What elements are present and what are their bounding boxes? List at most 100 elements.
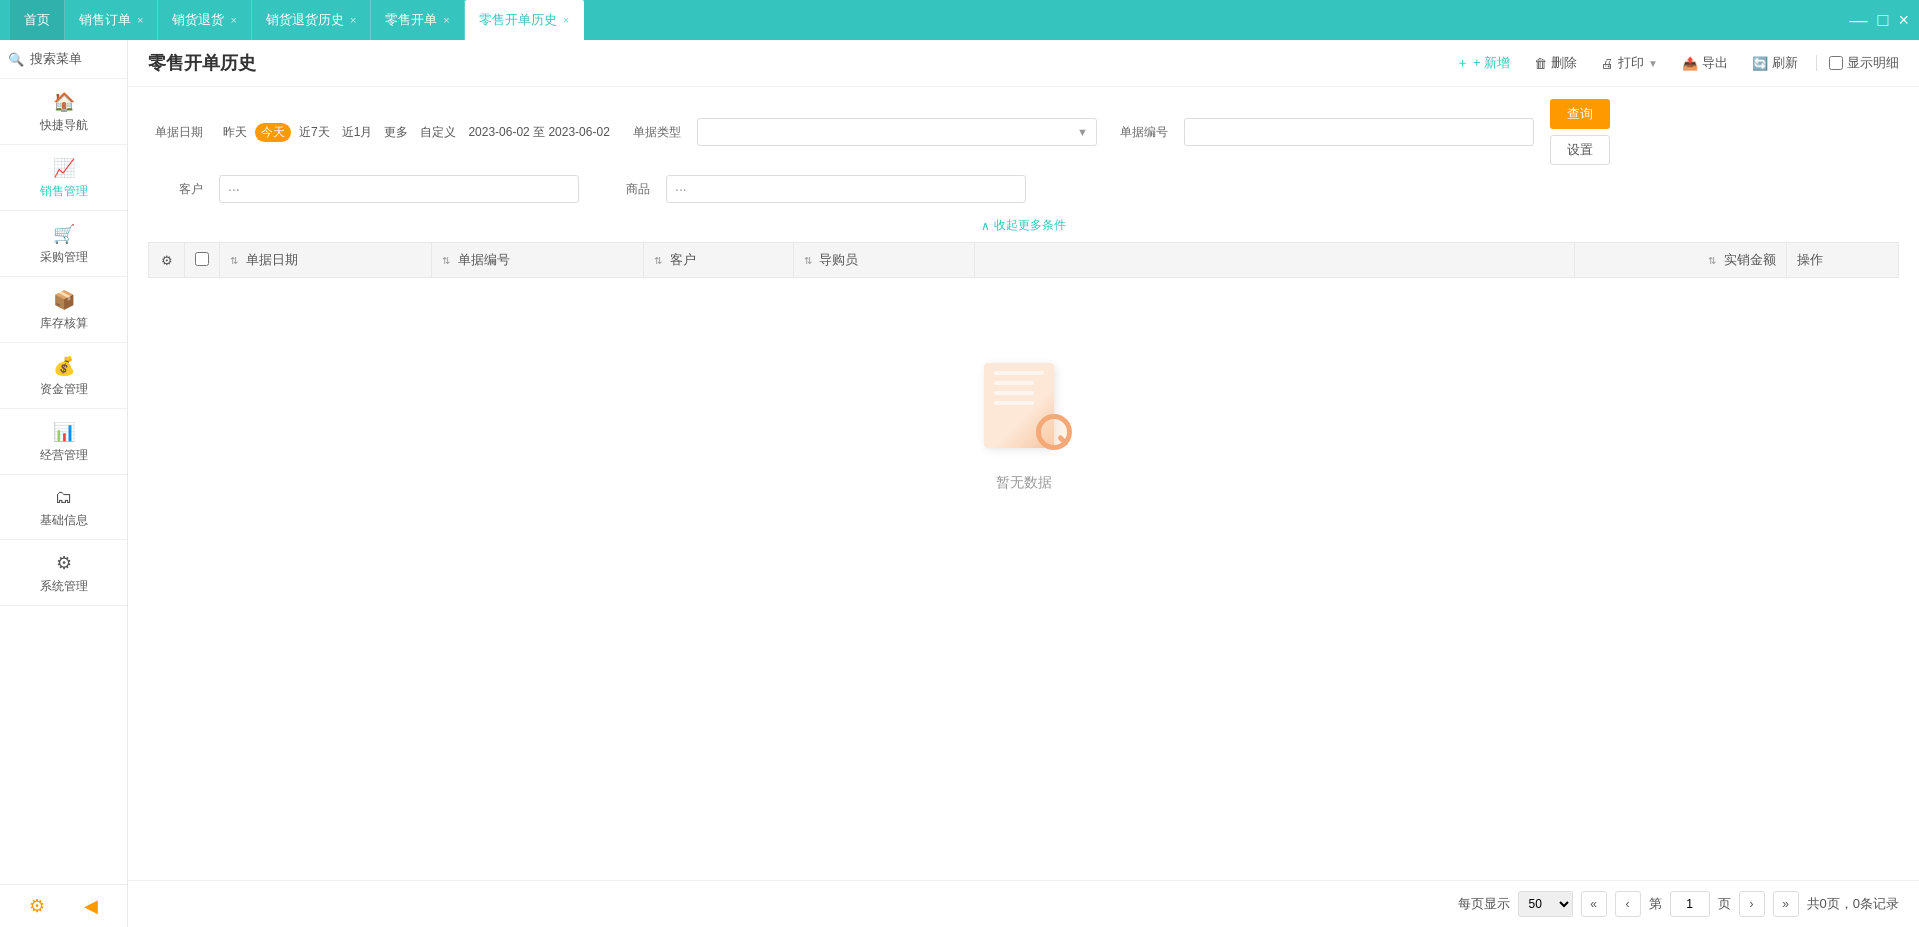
refresh-icon: 🔄 (1752, 56, 1768, 71)
export-button[interactable]: 📤 导出 (1676, 50, 1734, 76)
collapse-bar[interactable]: ∧ 收起更多条件 (148, 213, 1899, 242)
sidebar-item-base-info[interactable]: 🗂 基础信息 (0, 475, 127, 540)
refresh-button[interactable]: 🔄 刷新 (1746, 50, 1804, 76)
col-guide[interactable]: ⇅ 导购员 (793, 243, 974, 278)
sidebar-search-label: 搜索菜单 (30, 50, 82, 68)
last-page-button[interactable]: » (1773, 891, 1799, 917)
sidebar: 🔍 搜索菜单 🏠 快捷导航 📈 销售管理 🛒 采购管理 📦 库存核算 💰 资金管… (0, 40, 128, 927)
minimize-button[interactable]: — (1850, 10, 1868, 31)
close-window-button[interactable]: × (1898, 10, 1909, 31)
close-icon[interactable]: × (443, 14, 449, 26)
print-button[interactable]: 🖨 打印 ▼ (1595, 50, 1664, 76)
tab-sales-order[interactable]: 销售订单 × (65, 0, 158, 40)
sidebar-item-sales-mgmt-label: 销售管理 (40, 183, 88, 200)
customer-label: 客户 (148, 181, 203, 198)
maximize-button[interactable]: □ (1878, 10, 1889, 31)
close-icon[interactable]: × (137, 14, 143, 26)
filters: 单据日期 昨天 今天 近7天 近1月 更多 自定义 2023-06-02 至 2… (128, 87, 1919, 242)
date-btn-7days[interactable]: 近7天 (295, 123, 334, 142)
customer-dots: ··· (228, 181, 240, 197)
sidebar-item-system[interactable]: ⚙ 系统管理 (0, 540, 127, 606)
first-page-button[interactable]: « (1581, 891, 1607, 917)
filter-row-1: 单据日期 昨天 今天 近7天 近1月 更多 自定义 2023-06-02 至 2… (148, 99, 1899, 165)
page-header: 零售开单历史 ＋ + 新增 🗑 删除 🖨 打印 ▼ 📤 导出 (128, 40, 1919, 87)
col-amount[interactable]: ⇅ 实销金额 (1574, 243, 1786, 278)
money-icon: 💰 (53, 355, 75, 377)
prev-page-button[interactable]: ‹ (1615, 891, 1641, 917)
show-detail-toggle[interactable]: 显示明细 (1829, 54, 1899, 72)
date-label: 单据日期 (148, 124, 203, 141)
gear-icon: ⚙ (56, 552, 72, 574)
tab-home-label: 首页 (24, 11, 50, 29)
tab-retail-open[interactable]: 零售开单 × (371, 0, 464, 40)
goods-input[interactable]: ··· (666, 175, 1026, 203)
total-info: 共0页，0条记录 (1807, 895, 1899, 913)
per-page-label: 每页显示 (1458, 895, 1510, 913)
close-icon[interactable]: × (563, 14, 569, 26)
sidebar-item-quick-nav[interactable]: 🏠 快捷导航 (0, 79, 127, 145)
date-btn-custom[interactable]: 自定义 (416, 123, 460, 142)
chevron-down-icon: ▼ (1077, 126, 1088, 138)
per-page-select[interactable]: 50 10 20 100 (1518, 891, 1573, 917)
tab-sales-return-history[interactable]: 销货退货历史 × (252, 0, 371, 40)
sort-icon: ⇅ (1708, 255, 1716, 266)
sidebar-item-finance-label: 资金管理 (40, 381, 88, 398)
col-amount-label: 实销金额 (1724, 252, 1776, 267)
sort-icon: ⇅ (230, 255, 238, 266)
sidebar-search[interactable]: 🔍 搜索菜单 (0, 40, 127, 79)
show-detail-checkbox[interactable] (1829, 56, 1843, 70)
tab-sales-return-label: 销货退货 (172, 11, 224, 29)
pagination: 每页显示 50 10 20 100 « ‹ 第 页 › » 共0页，0条记录 (128, 880, 1919, 927)
delete-button[interactable]: 🗑 删除 (1528, 50, 1583, 76)
search-circle (1036, 414, 1072, 450)
export-btn-label: 导出 (1702, 54, 1728, 72)
date-btn-yesterday[interactable]: 昨天 (219, 123, 251, 142)
date-btn-more[interactable]: 更多 (380, 123, 412, 142)
collapse-sidebar-icon[interactable]: ◀ (84, 895, 98, 917)
empty-text: 暂无数据 (996, 474, 1052, 492)
sidebar-item-purchase-mgmt[interactable]: 🛒 采购管理 (0, 211, 127, 277)
page-number-input[interactable] (1670, 891, 1710, 917)
doc-no-input[interactable] (1184, 118, 1534, 146)
date-shortcuts: 昨天 今天 近7天 近1月 更多 自定义 2023-06-02 至 2023-0… (219, 123, 610, 142)
sidebar-item-operations[interactable]: 📊 经营管理 (0, 409, 127, 475)
setting-button[interactable]: 设置 (1550, 135, 1610, 165)
settings-footer-icon[interactable]: ⚙ (29, 895, 45, 917)
query-button[interactable]: 查询 (1550, 99, 1610, 129)
folder-icon: 🗂 (55, 487, 73, 508)
operations-icon: 📊 (53, 421, 75, 443)
col-date[interactable]: ⇅ 单据日期 (220, 243, 432, 278)
tab-retail-history[interactable]: 零售开单历史 × (465, 0, 584, 40)
select-all-checkbox[interactable] (195, 252, 209, 266)
date-btn-1month[interactable]: 近1月 (338, 123, 377, 142)
date-btn-today[interactable]: 今天 (255, 123, 291, 142)
tab-home[interactable]: 首页 (10, 0, 65, 40)
tab-sales-return-history-label: 销货退货历史 (266, 11, 344, 29)
collapse-label: 收起更多条件 (994, 217, 1066, 234)
close-icon[interactable]: × (230, 14, 236, 26)
new-button[interactable]: ＋ + 新增 (1450, 50, 1516, 76)
sidebar-item-finance[interactable]: 💰 资金管理 (0, 343, 127, 409)
doc-type-select[interactable]: ▼ (697, 118, 1097, 146)
goods-dots: ··· (675, 181, 687, 197)
sidebar-footer: ⚙ ◀ (0, 884, 127, 927)
main-layout: 🔍 搜索菜单 🏠 快捷导航 📈 销售管理 🛒 采购管理 📦 库存核算 💰 资金管… (0, 40, 1919, 927)
sidebar-item-inventory[interactable]: 📦 库存核算 (0, 277, 127, 343)
col-no-label: 单据编号 (458, 252, 510, 267)
filter-row-2: 客户 ··· 商品 ··· (148, 175, 1899, 203)
tab-sales-return[interactable]: 销货退货 × (158, 0, 251, 40)
col-no[interactable]: ⇅ 单据编号 (431, 243, 643, 278)
table-settings-col[interactable]: ⚙ (149, 243, 185, 278)
col-customer[interactable]: ⇅ 客户 (643, 243, 793, 278)
refresh-btn-label: 刷新 (1772, 54, 1798, 72)
sidebar-item-quick-nav-label: 快捷导航 (40, 117, 88, 134)
page-suffix: 页 (1718, 895, 1731, 913)
next-page-button[interactable]: › (1739, 891, 1765, 917)
sidebar-item-sales-mgmt[interactable]: 📈 销售管理 (0, 145, 127, 211)
box-icon: 📦 (53, 289, 75, 311)
print-dropdown-icon: ▼ (1648, 58, 1658, 69)
top-nav: 首页 销售订单 × 销货退货 × 销货退货历史 × 零售开单 × 零售开单历史 … (0, 0, 1919, 40)
home-icon: 🏠 (53, 91, 75, 113)
customer-input[interactable]: ··· (219, 175, 579, 203)
close-icon[interactable]: × (350, 14, 356, 26)
